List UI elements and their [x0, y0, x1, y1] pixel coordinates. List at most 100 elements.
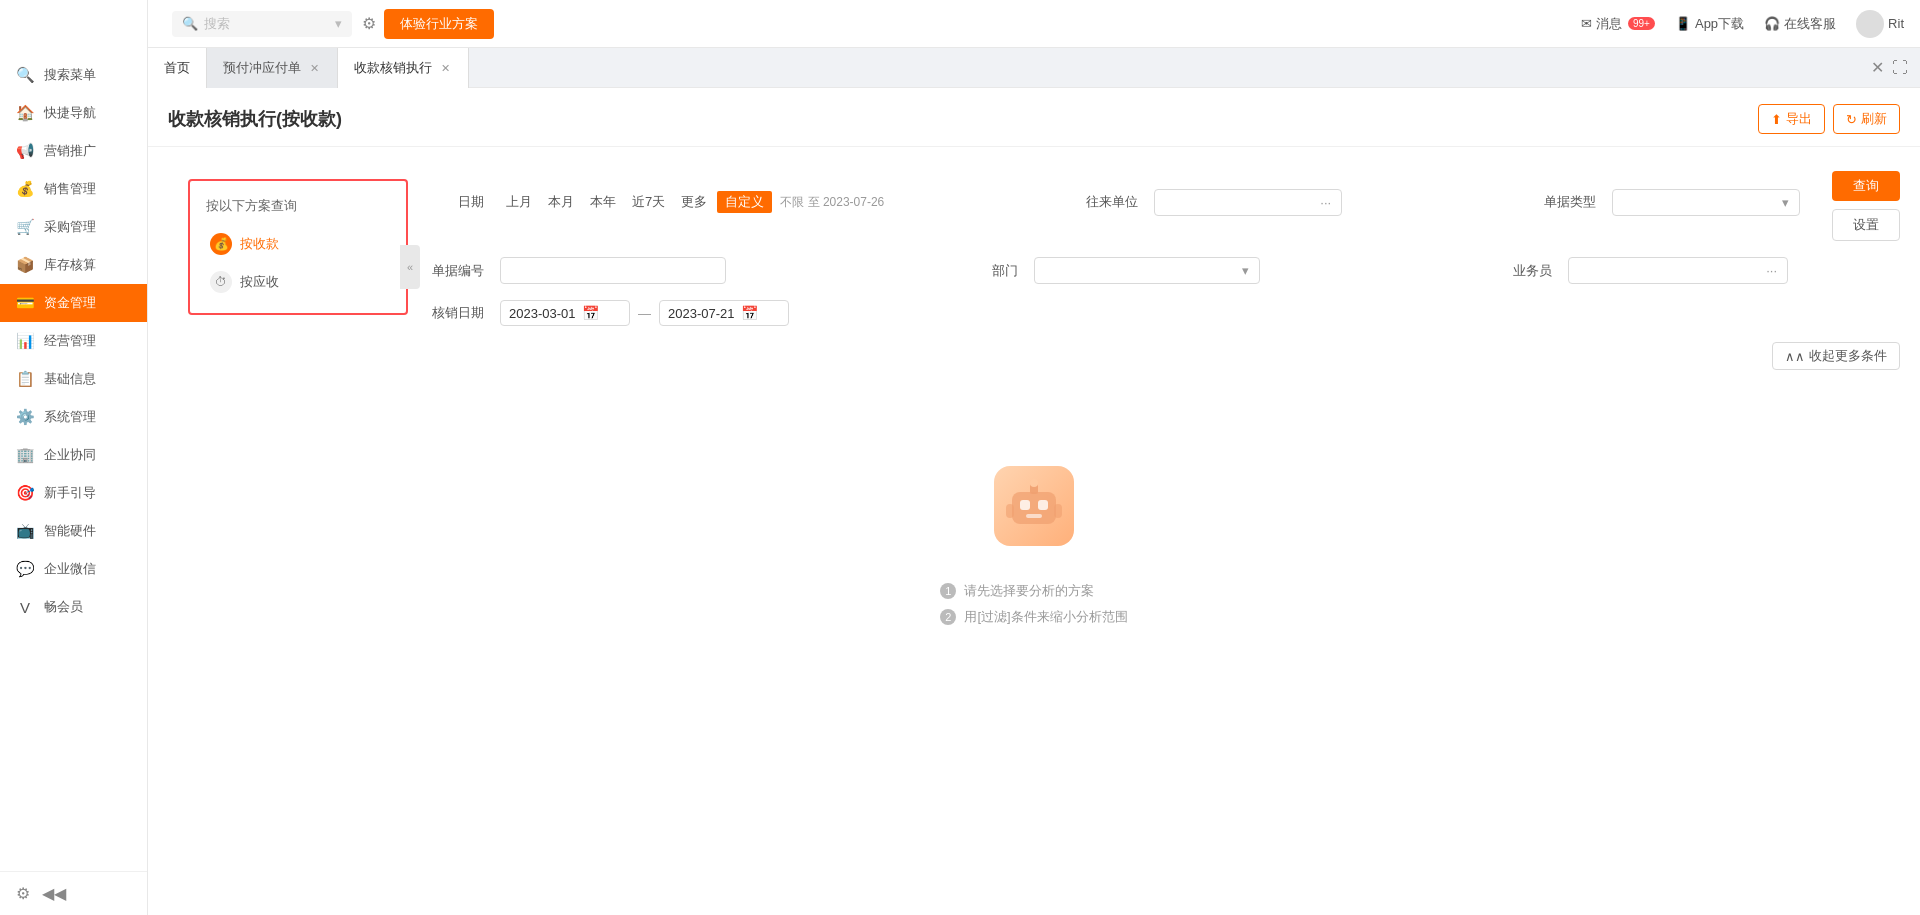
tab-label-receivable-writeoff: 收款核销执行 [354, 59, 432, 77]
date-shortcut-custom[interactable]: 自定义 [717, 191, 772, 213]
sidebar-collapse-icon[interactable]: ◀◀ [42, 884, 66, 903]
sidebar-item-marketing[interactable]: 📢 营销推广 [0, 132, 147, 170]
receipt-icon: 💰 [210, 233, 232, 255]
tab-receivable-writeoff[interactable]: 收款核销执行 ✕ [338, 48, 469, 88]
settings-button[interactable]: 设置 [1832, 209, 1900, 241]
sidebar-item-sales-mgmt[interactable]: 💰 销售管理 [0, 170, 147, 208]
date-no-limit: 不限 至 2023-07-26 [780, 194, 884, 211]
date-shortcut-more[interactable]: 更多 [675, 191, 713, 213]
sidebar-label-wecom: 企业微信 [44, 560, 96, 578]
writeoff-start-date-input[interactable]: 2023-03-01 📅 [500, 300, 630, 326]
collapse-up-icon: ∧∧ [1785, 349, 1805, 364]
messages-button[interactable]: ✉ 消息 99+ [1581, 15, 1655, 33]
sidebar-label-marketing: 营销推广 [44, 142, 96, 160]
tab-prepay-conflict[interactable]: 预付冲应付单✕ [207, 48, 338, 88]
close-all-icon[interactable]: ✕ [1871, 58, 1884, 77]
svg-rect-0 [1012, 492, 1056, 524]
enterprise-icon: 🏢 [16, 446, 34, 464]
svg-rect-6 [1006, 504, 1014, 518]
writeoff-end-date: 2023-07-21 [668, 306, 735, 321]
sales-mgmt-icon: 💰 [16, 180, 34, 198]
sidebar-item-purchase-mgmt[interactable]: 🛒 采购管理 [0, 208, 147, 246]
sidebar-footer: ⚙ ◀◀ [0, 871, 147, 915]
date-shortcut-this-month[interactable]: 本月 [542, 191, 580, 213]
sidebar-label-purchase-mgmt: 采购管理 [44, 218, 96, 236]
svg-rect-3 [1026, 514, 1042, 518]
staff-select[interactable]: ··· [1568, 257, 1788, 284]
calendar-start-icon[interactable]: 📅 [582, 305, 599, 321]
sidebar-item-biz-mgmt[interactable]: 📊 经营管理 [0, 322, 147, 360]
sidebar-item-smart-hw[interactable]: 📺 智能硬件 [0, 512, 147, 550]
avatar [1856, 10, 1884, 38]
staff-label: 业务员 [1496, 262, 1552, 280]
date-shortcut-this-year[interactable]: 本年 [584, 191, 622, 213]
writeoff-end-date-input[interactable]: 2023-07-21 📅 [659, 300, 789, 326]
sidebar-item-search-menu[interactable]: 🔍 搜索菜单 [0, 56, 147, 94]
app-download-button[interactable]: 📱 App下载 [1675, 15, 1744, 33]
svg-rect-7 [1054, 504, 1062, 518]
industry-solution-button[interactable]: 体验行业方案 [384, 9, 494, 39]
writeoff-start-date: 2023-03-01 [509, 306, 576, 321]
filter-option-by-receipt[interactable]: 💰 按收款 [190, 225, 406, 263]
main-content: 收款核销执行(按收款) ⬆ 导出 ↻ 刷新 按以下方案查询 💰 [148, 88, 1920, 915]
writeoff-date-range: 2023-03-01 📅 — 2023-07-21 📅 [500, 300, 789, 326]
tab-home[interactable]: 首页 [148, 48, 207, 88]
gear-icon[interactable]: ⚙ [362, 14, 376, 33]
sidebar-item-fund-mgmt[interactable]: 💳 资金管理 [0, 284, 147, 322]
sidebar-item-basic-info[interactable]: 📋 基础信息 [0, 360, 147, 398]
online-service-button[interactable]: 🎧 在线客服 [1764, 15, 1836, 33]
sidebar-item-wecom[interactable]: 💬 企业微信 [0, 550, 147, 588]
sidebar-item-quick-nav[interactable]: 🏠 快捷导航 [0, 94, 147, 132]
maximize-icon[interactable]: ⛶ [1892, 59, 1908, 77]
fund-mgmt-icon: 💳 [16, 294, 34, 312]
marketing-icon: 📢 [16, 142, 34, 160]
sidebar-item-enterprise[interactable]: 🏢 企业协同 [0, 436, 147, 474]
sidebar-item-guide[interactable]: 🎯 新手引导 [0, 474, 147, 512]
sidebar-label-basic-info: 基础信息 [44, 370, 96, 388]
filter-sidebar-collapse-button[interactable]: « [400, 245, 420, 289]
doc-no-input[interactable] [500, 257, 726, 284]
refresh-button[interactable]: ↻ 刷新 [1833, 104, 1900, 134]
query-button[interactable]: 查询 [1832, 171, 1900, 201]
filter-option-by-receivable[interactable]: ⏱ 按应收 [190, 263, 406, 301]
dept-select[interactable]: ▾ [1034, 257, 1260, 284]
search-placeholder: 搜索 [204, 15, 230, 33]
empty-tip-1: 1 请先选择要分析的方案 [940, 578, 1127, 604]
tip-number-2: 2 [940, 609, 956, 625]
sidebar: 🔍 搜索菜单 🏠 快捷导航 📢 营销推广 💰 销售管理 🛒 采购管理 📦 库存核… [0, 0, 148, 915]
wecom-icon: 💬 [16, 560, 34, 578]
inventory-icon: 📦 [16, 256, 34, 274]
calendar-end-icon[interactable]: 📅 [741, 305, 758, 321]
biz-mgmt-icon: 📊 [16, 332, 34, 350]
sidebar-item-system-mgmt[interactable]: ⚙️ 系统管理 [0, 398, 147, 436]
search-menu-icon: 🔍 [16, 66, 34, 84]
sidebar-item-member[interactable]: V 畅会员 [0, 588, 147, 626]
tab-bar-right: ✕ ⛶ [1871, 58, 1920, 77]
empty-tips: 1 请先选择要分析的方案 2 用[过滤]条件来缩小分析范围 [940, 578, 1127, 630]
tab-close-prepay-conflict[interactable]: ✕ [307, 61, 321, 75]
date-shortcut-7days[interactable]: 近7天 [626, 191, 671, 213]
collapse-conditions-button[interactable]: ∧∧ 收起更多条件 [1772, 342, 1900, 370]
header-search-bar[interactable]: 🔍 搜索 ▾ [172, 11, 352, 37]
search-icon: 🔍 [182, 16, 198, 31]
tab-close-receivable-writeoff[interactable]: ✕ [438, 61, 452, 75]
settings-gear-icon[interactable]: ⚙ [16, 884, 30, 903]
svg-rect-1 [1020, 500, 1030, 510]
date-shortcut-last-month[interactable]: 上月 [500, 191, 538, 213]
export-button[interactable]: ⬆ 导出 [1758, 104, 1825, 134]
counterparty-select[interactable]: ··· [1154, 189, 1342, 216]
sidebar-item-inventory[interactable]: 📦 库存核算 [0, 246, 147, 284]
counterparty-label: 往来单位 [1082, 193, 1138, 211]
header-right-area: ✉ 消息 99+ 📱 App下载 🎧 在线客服 Rit [1581, 10, 1904, 38]
user-profile-button[interactable]: Rit [1856, 10, 1904, 38]
filter-sidebar: 按以下方案查询 💰 按收款 ⏱ 按应收 [188, 179, 408, 315]
purchase-mgmt-icon: 🛒 [16, 218, 34, 236]
username-label: Rit [1888, 16, 1904, 31]
sidebar-label-search-menu: 搜索菜单 [44, 66, 96, 84]
headset-icon: 🎧 [1764, 16, 1780, 31]
filter-panel: 按以下方案查询 💰 按收款 ⏱ 按应收 « 日期 [148, 147, 1920, 386]
filter-actions: 查询 设置 [1832, 163, 1900, 241]
svg-point-5 [1030, 479, 1038, 487]
doc-type-select[interactable]: ▾ [1612, 189, 1800, 216]
top-header: 兔 畅捷通好生意 标准版 🔍 搜索 ▾ ⚙ 体验行业方案 ✉ 消息 99+ 📱 … [0, 0, 1920, 48]
